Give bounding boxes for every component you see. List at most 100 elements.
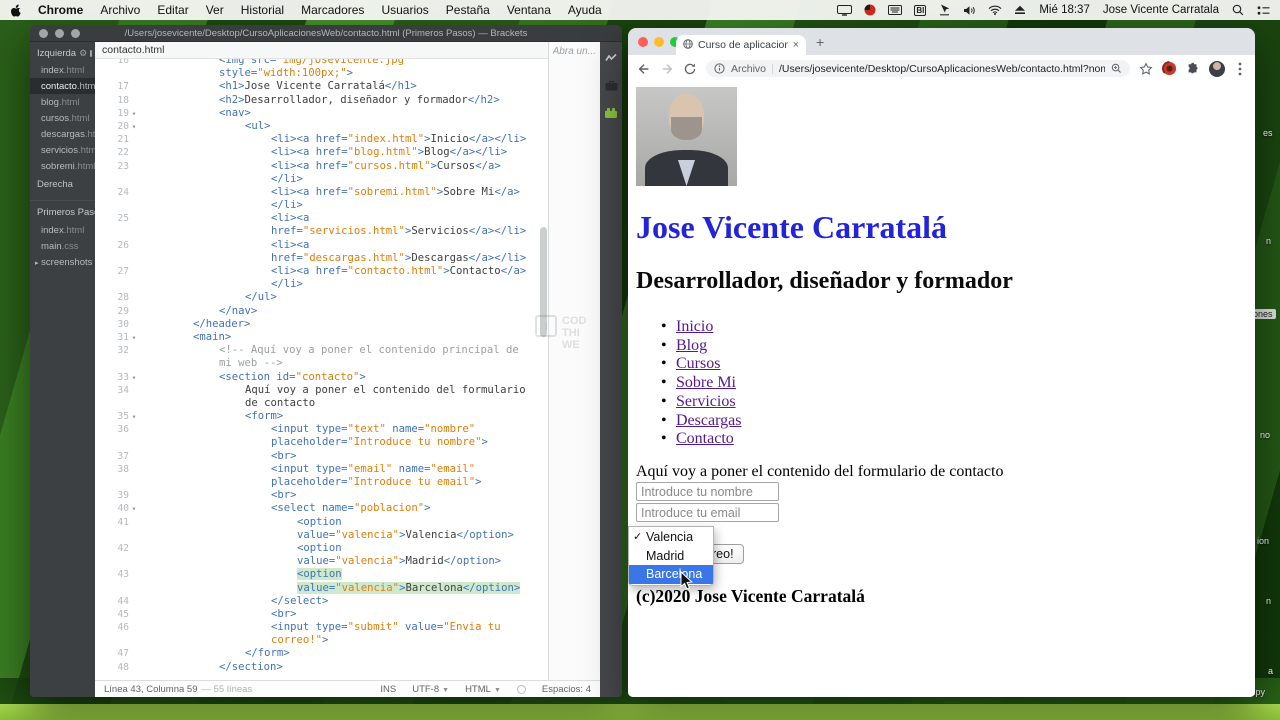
code-line-28[interactable]: 28 </ul> — [95, 291, 548, 304]
code-line-33[interactable]: 33 ▾ <section id="contacto"> — [95, 371, 548, 384]
empty-editor-pane[interactable]: Abra un... — [548, 42, 600, 680]
address-bar[interactable]: Archivo /Users/josevicente/Desktop/Curso… — [706, 60, 1130, 77]
reload-button[interactable] — [683, 62, 697, 76]
working-file-servicios-html[interactable]: servicios.html — [30, 142, 95, 158]
code-line-wrap[interactable]: href="servicios.html">Servicios</a></li> — [95, 225, 548, 238]
text-cursor-icon[interactable] — [938, 3, 951, 17]
working-file-index-html[interactable]: index.html — [30, 62, 95, 78]
code-line-wrap[interactable]: style="width:100px;"> — [95, 67, 548, 80]
code-line-29[interactable]: 29 </nav> — [95, 305, 548, 318]
code-line-46[interactable]: 46 <input type="submit" value="Envia tu — [95, 621, 548, 634]
code-line-17[interactable]: 17 <h1>Jose Vicente Carratalá</h1> — [95, 80, 548, 93]
select-option-barcelona[interactable]: Barcelona — [629, 565, 713, 584]
display-icon[interactable] — [837, 3, 853, 17]
code-line-45[interactable]: 45 <br> — [95, 608, 548, 621]
desktop-file-label[interactable]: n — [1266, 236, 1271, 246]
nav-link-descargas[interactable]: Descargas — [676, 412, 741, 429]
overwrite-toggle[interactable]: INS — [380, 684, 396, 695]
desktop-file-label[interactable]: a — [1268, 666, 1273, 676]
nav-link-inicio[interactable]: Inicio — [676, 318, 713, 335]
menu-ventana[interactable]: Ventana — [507, 3, 551, 17]
working-file-blog-html[interactable]: blog.html — [30, 94, 95, 110]
nav-link-sobre-mi[interactable]: Sobre Mi — [676, 374, 736, 391]
page-info-icon[interactable] — [714, 63, 725, 74]
keyboard-icon[interactable] — [888, 3, 903, 17]
indent-setting[interactable]: Espacios: 4 — [542, 684, 591, 695]
menu-ayuda[interactable]: Ayuda — [568, 3, 602, 17]
desktop-file-label[interactable]: ion — [1257, 536, 1269, 546]
code-editor[interactable]: 16 <img src="img/josevicente.jpg style="wi… — [95, 59, 548, 680]
menu-archivo[interactable]: Archivo — [100, 3, 140, 17]
code-line-wrap[interactable]: de contacto — [95, 397, 548, 410]
working-file-descargas-html[interactable]: descargas.html — [30, 126, 95, 142]
project-file-main-css[interactable]: main.css — [30, 238, 95, 254]
project-folder-screenshots[interactable]: ▸ screenshots — [30, 254, 95, 271]
notification-center-icon[interactable] — [1257, 3, 1270, 17]
code-line-31[interactable]: 31 ▾ <main> — [95, 331, 548, 344]
nav-link-blog[interactable]: Blog — [676, 337, 707, 354]
bi-icon[interactable]: BI — [914, 3, 927, 17]
code-line-48[interactable]: 48 </section> — [95, 661, 548, 674]
code-line-wrap[interactable]: </li> — [95, 173, 548, 186]
code-line-32[interactable]: 32 <!-- Aquí voy a poner el contenido pri… — [95, 344, 548, 357]
encoding-selector[interactable]: UTF-8 ▼ — [412, 684, 449, 695]
nav-link-cursos[interactable]: Cursos — [676, 355, 720, 372]
chrome-window-controls[interactable] — [638, 37, 680, 47]
extensions-puzzle-icon[interactable] — [1186, 62, 1200, 76]
code-line-24[interactable]: 24 <li><a href="sobremi.html">Sobre Mi</a… — [95, 186, 548, 199]
brackets-window-controls[interactable] — [39, 29, 80, 38]
menu-historial[interactable]: Historial — [241, 3, 284, 17]
code-line-44[interactable]: 44 </select> — [95, 595, 548, 608]
chrome-menu-icon[interactable] — [1234, 62, 1246, 76]
code-line-wrap[interactable]: </li> — [95, 278, 548, 291]
live-preview-icon[interactable] — [604, 50, 618, 68]
code-line-27[interactable]: 27 <li><a href="contacto.html">Contacto</… — [95, 265, 548, 278]
menubar-username[interactable]: Jose Vicente Carratala — [1103, 4, 1219, 16]
tab-close-icon[interactable]: × — [793, 40, 799, 51]
menu-pestana[interactable]: Pestaña — [446, 3, 490, 17]
code-line-21[interactable]: 21 <li><a href="index.html">Inicio</a></l… — [95, 133, 548, 146]
zoom-page-icon[interactable] — [1111, 63, 1122, 74]
lint-status-icon[interactable] — [516, 684, 526, 694]
code-line-19[interactable]: 19 ▾ <nav> — [95, 107, 548, 120]
email-input[interactable] — [636, 503, 779, 522]
code-line-41[interactable]: 41 <option — [95, 516, 548, 529]
screen-record-icon[interactable] — [864, 3, 876, 17]
extension-manager-icon[interactable] — [604, 106, 618, 124]
wifi-icon[interactable] — [988, 3, 1002, 17]
desktop-file-label[interactable]: n — [1266, 596, 1271, 606]
select-option-valencia[interactable]: ✓ Valencia — [629, 528, 713, 547]
nav-link-servicios[interactable]: Servicios — [676, 393, 736, 410]
menu-ver[interactable]: Ver — [206, 3, 224, 17]
editor-scrollbar[interactable] — [540, 227, 547, 337]
code-line-wrap[interactable]: value="valencia">Valencia</option> — [95, 529, 548, 542]
name-input[interactable] — [636, 482, 779, 501]
code-line-37[interactable]: 37 <br> — [95, 450, 548, 463]
desktop-file-label[interactable]: es — [1263, 128, 1273, 138]
working-set-gear-icon[interactable]: ⚙ — [79, 48, 87, 59]
desktop-file-label[interactable]: no — [1260, 430, 1270, 440]
menu-marcadores[interactable]: Marcadores — [301, 3, 364, 17]
code-line-20[interactable]: 20 ▾ <ul> — [95, 120, 548, 133]
code-line-wrap[interactable]: href="descargas.html">Descargas</a></li> — [95, 252, 548, 265]
language-selector[interactable]: HTML ▼ — [465, 684, 501, 695]
code-line-23[interactable]: 23 <li><a href="cursos.html">Cursos</a> — [95, 160, 548, 173]
volume-icon[interactable] — [963, 3, 976, 17]
eject-icon[interactable] — [1014, 3, 1026, 17]
code-line-wrap[interactable]: placeholder="Introduce tu email"> — [95, 476, 548, 489]
select-option-madrid[interactable]: Madrid — [629, 547, 713, 566]
code-line-wrap[interactable]: value="valencia">Barcelona</option> — [95, 581, 548, 595]
code-line-26[interactable]: 26 <li><a — [95, 239, 548, 252]
code-line-wrap[interactable]: </li> — [95, 199, 548, 212]
working-file-cursos-html[interactable]: cursos.html — [30, 110, 95, 126]
code-line-47[interactable]: 47 </form> — [95, 647, 548, 660]
spotlight-search-icon[interactable] — [1232, 3, 1244, 17]
code-line-wrap[interactable]: value="valencia">Madrid</option> — [95, 555, 548, 568]
code-line-39[interactable]: 39 <br> — [95, 489, 548, 502]
code-line-34[interactable]: 34 Aquí voy a poner el contenido del form… — [95, 384, 548, 397]
profile-avatar[interactable] — [1209, 60, 1225, 77]
code-line-38[interactable]: 38 <input type="email" name="email" — [95, 463, 548, 476]
project-dropdown[interactable]: Primeros Pasos ▾ — [30, 200, 95, 222]
code-line-16[interactable]: 16 <img src="img/josevicente.jpg — [95, 59, 548, 67]
code-line-25[interactable]: 25 <li><a — [95, 212, 548, 225]
